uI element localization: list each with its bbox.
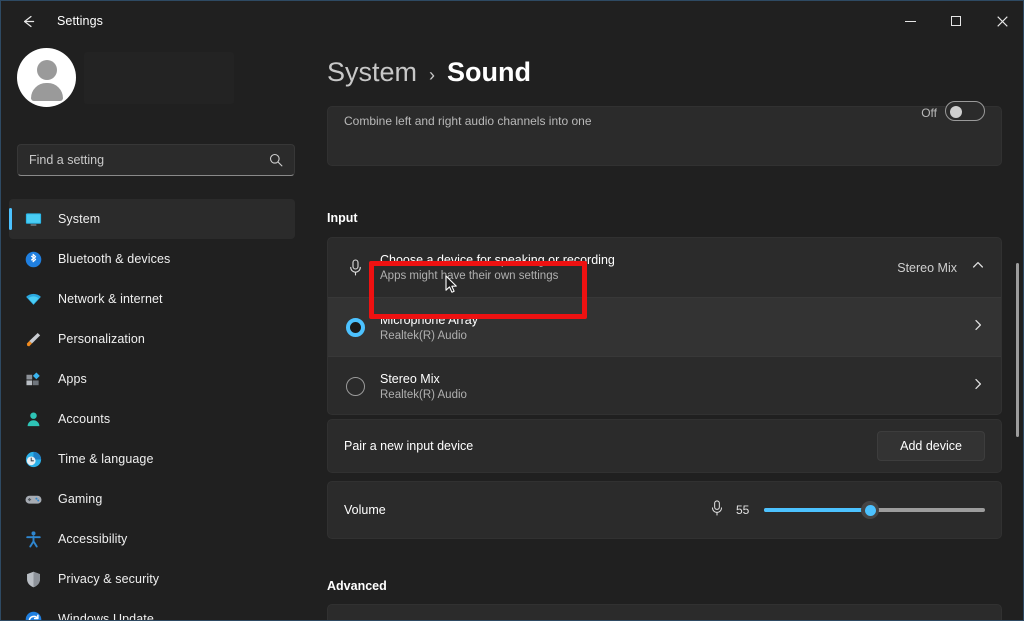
microphone-icon xyxy=(709,499,725,522)
sidebar-item-label: System xyxy=(58,212,101,226)
maximize-icon xyxy=(951,16,961,26)
wifi-icon xyxy=(23,289,43,309)
pair-device-label: Pair a new input device xyxy=(344,439,474,453)
troubleshoot-card: Troubleshoot common sound problems Outpu… xyxy=(327,604,1002,620)
sidebar-item-gaming[interactable]: Gaming xyxy=(9,479,295,519)
avatar[interactable] xyxy=(17,48,76,107)
microphone-icon xyxy=(344,258,366,277)
add-device-button[interactable]: Add device xyxy=(877,431,985,461)
user-avatar-icon xyxy=(36,60,57,80)
sidebar-item-label: Bluetooth & devices xyxy=(58,252,171,266)
title-bar: Settings xyxy=(1,1,1023,41)
main-scrollbar-thumb[interactable] xyxy=(1016,263,1019,437)
sidebar-item-accessibility[interactable]: Accessibility xyxy=(9,519,295,559)
update-icon xyxy=(23,609,43,620)
sidebar-item-label: Windows Update xyxy=(58,612,154,621)
search-input[interactable] xyxy=(18,153,269,167)
breadcrumb: System › Sound xyxy=(327,57,552,88)
sidebar-item-accounts[interactable]: Accounts xyxy=(9,399,295,439)
close-button[interactable] xyxy=(979,1,1023,41)
sidebar-item-privacy-security[interactable]: Privacy & security xyxy=(9,559,295,599)
device-row-microphone-array[interactable]: Microphone Array Realtek(R) Audio xyxy=(328,297,1001,356)
close-icon xyxy=(996,15,1008,27)
radio-microphone-array[interactable] xyxy=(345,317,365,337)
apps-icon xyxy=(23,369,43,389)
volume-slider-fill xyxy=(764,508,871,512)
volume-slider-thumb[interactable] xyxy=(861,501,880,519)
chevron-right-icon[interactable] xyxy=(971,377,985,396)
main-content: Combine left and right audio channels in… xyxy=(306,41,1023,620)
volume-slider[interactable] xyxy=(764,501,985,519)
account-row[interactable] xyxy=(17,48,234,107)
person-icon xyxy=(23,409,43,429)
sidebar-item-label: Accounts xyxy=(58,412,111,426)
sidebar-item-label: Accessibility xyxy=(58,532,128,546)
search-box[interactable] xyxy=(17,144,295,176)
search-icon xyxy=(269,153,283,167)
maximize-button[interactable] xyxy=(933,1,979,41)
volume-value: 55 xyxy=(736,503,750,517)
input-chooser-subtitle: Apps might have their own settings xyxy=(380,270,559,282)
input-devices-card: Choose a device for speaking or recordin… xyxy=(327,237,1002,415)
input-section-heading: Input xyxy=(327,211,358,225)
volume-label: Volume xyxy=(344,503,386,517)
mono-audio-toggle-label: Off xyxy=(921,106,937,120)
accessibility-icon xyxy=(23,529,43,549)
chevron-up-icon[interactable] xyxy=(971,258,985,277)
sidebar-item-label: Time & language xyxy=(58,452,154,466)
main-scrollbar[interactable] xyxy=(1016,41,1023,620)
pair-input-device-card: Pair a new input device Add device xyxy=(327,419,1002,473)
device-name: Microphone Array xyxy=(380,312,478,327)
input-volume-card: Volume 55 xyxy=(327,481,1002,539)
back-button[interactable] xyxy=(9,6,47,36)
input-chooser-value: Stereo Mix xyxy=(897,260,957,275)
sidebar-item-system[interactable]: System xyxy=(9,199,295,239)
device-detail: Realtek(R) Audio xyxy=(380,388,467,401)
bluetooth-icon xyxy=(23,249,43,269)
back-arrow-icon xyxy=(23,15,34,27)
minimize-button[interactable] xyxy=(887,1,933,41)
mono-audio-card[interactable]: Combine left and right audio channels in… xyxy=(327,101,1002,166)
page-title: Sound xyxy=(447,57,532,87)
sidebar-nav: System Bluetooth & devices Network & int… xyxy=(9,199,295,621)
window-controls xyxy=(887,1,1023,41)
chevron-right-icon[interactable] xyxy=(971,318,985,337)
settings-scroll-area: Combine left and right audio channels in… xyxy=(306,41,1023,620)
sidebar: System Bluetooth & devices xyxy=(1,41,306,621)
shield-icon xyxy=(23,569,43,589)
account-name-placeholder xyxy=(84,51,234,104)
sidebar-item-time-language[interactable]: Time & language xyxy=(9,439,295,479)
device-name: Stereo Mix xyxy=(380,371,440,386)
sidebar-item-label: Apps xyxy=(58,372,87,386)
device-detail: Realtek(R) Audio xyxy=(380,329,467,342)
sidebar-item-label: Gaming xyxy=(58,492,103,506)
breadcrumb-separator: › xyxy=(429,65,436,85)
sidebar-item-bluetooth-devices[interactable]: Bluetooth & devices xyxy=(9,239,295,279)
mono-audio-toggle[interactable] xyxy=(945,101,985,121)
mono-audio-description: Combine left and right audio channels in… xyxy=(344,114,592,128)
advanced-section-heading: Advanced xyxy=(327,579,387,593)
input-chooser-title: Choose a device for speaking or recordin… xyxy=(380,253,615,267)
sidebar-item-label: Network & internet xyxy=(58,292,163,306)
gamepad-icon xyxy=(23,489,43,509)
settings-window: Settings Find a setting System Bluetooth… xyxy=(0,0,1024,621)
monitor-icon xyxy=(23,209,43,229)
input-device-chooser-row[interactable]: Choose a device for speaking or recordin… xyxy=(328,238,1001,297)
sidebar-item-label: Privacy & security xyxy=(58,572,160,586)
minimize-icon xyxy=(904,20,916,22)
paintbrush-icon xyxy=(23,329,43,349)
radio-stereo-mix[interactable] xyxy=(345,376,365,396)
window-title: Settings xyxy=(57,14,103,28)
sidebar-scrollbar[interactable] xyxy=(292,41,297,620)
sidebar-item-personalization[interactable]: Personalization xyxy=(9,319,295,359)
device-row-stereo-mix[interactable]: Stereo Mix Realtek(R) Audio xyxy=(328,356,1001,415)
sidebar-item-apps[interactable]: Apps xyxy=(9,359,295,399)
sidebar-item-label: Personalization xyxy=(58,332,145,346)
sidebar-item-network-internet[interactable]: Network & internet xyxy=(9,279,295,319)
breadcrumb-parent[interactable]: System xyxy=(327,57,417,88)
clock-icon xyxy=(23,449,43,469)
sidebar-item-windows-update[interactable]: Windows Update xyxy=(9,599,295,621)
